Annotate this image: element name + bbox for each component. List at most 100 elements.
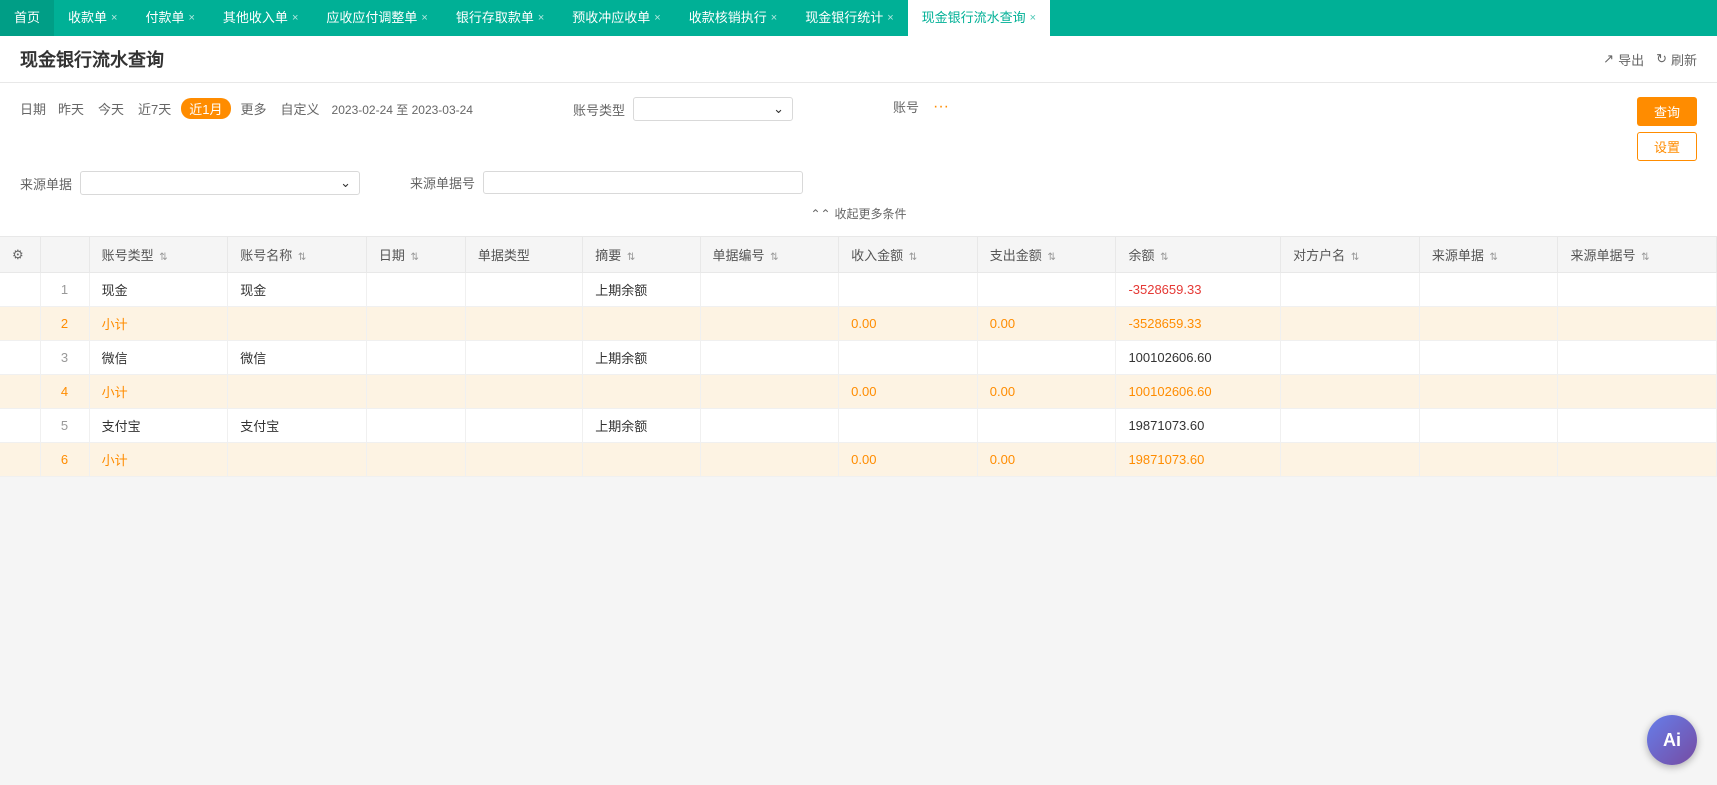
row-counterparty xyxy=(1281,341,1420,375)
row-expense xyxy=(977,409,1116,443)
col-date-label: 日期 xyxy=(379,248,405,263)
nav-item-receipt[interactable]: 收款单 × xyxy=(54,0,131,36)
close-icon[interactable]: × xyxy=(421,0,427,36)
export-label: 导出 xyxy=(1618,50,1644,69)
col-header-doc-type: 单据类型 xyxy=(465,237,582,273)
row-source-doc-no xyxy=(1558,443,1717,477)
col-header-counterparty[interactable]: 对方户名 ⇅ xyxy=(1281,237,1420,273)
nav-item-pre-receipt[interactable]: 预收冲应收单 × xyxy=(558,0,674,36)
row-date xyxy=(366,273,465,307)
sort-icon: ⇅ xyxy=(1641,252,1649,263)
row-summary xyxy=(583,375,700,409)
row-date xyxy=(366,307,465,341)
col-header-income[interactable]: 收入金额 ⇅ xyxy=(839,237,978,273)
row-source-doc-no xyxy=(1558,273,1717,307)
sort-icon: ⇅ xyxy=(1047,252,1055,263)
page-title: 现金银行流水查询 xyxy=(20,46,164,72)
col-account-name-label: 账号名称 xyxy=(240,248,292,263)
close-icon[interactable]: × xyxy=(771,0,777,36)
close-icon[interactable]: × xyxy=(887,0,893,36)
row-number: 4 xyxy=(40,375,89,409)
col-header-date[interactable]: 日期 ⇅ xyxy=(366,237,465,273)
source-doc-select[interactable]: ⌄ xyxy=(80,171,360,195)
account-dots-button[interactable]: ··· xyxy=(927,98,955,116)
table-header: ⚙ 账号类型 ⇅ 账号名称 ⇅ 日期 ⇅ 单据类型 xyxy=(0,237,1717,273)
row-expense: 0.00 xyxy=(977,307,1116,341)
nav-item-bank-deposit[interactable]: 银行存取款单 × xyxy=(442,0,558,36)
row-summary xyxy=(583,307,700,341)
sort-icon: ⇅ xyxy=(1160,252,1168,263)
table-row[interactable]: 1 现金 现金 上期余额 -3528659.33 xyxy=(0,273,1717,307)
close-icon[interactable]: × xyxy=(654,0,660,36)
nav-item-payment[interactable]: 付款单 × xyxy=(131,0,208,36)
table-row[interactable]: 5 支付宝 支付宝 上期余额 19871073.60 xyxy=(0,409,1717,443)
close-icon[interactable]: × xyxy=(1030,0,1036,36)
row-date xyxy=(366,375,465,409)
data-table: ⚙ 账号类型 ⇅ 账号名称 ⇅ 日期 ⇅ 单据类型 xyxy=(0,237,1717,477)
nav-item-collection-verify[interactable]: 收款核销执行 × xyxy=(675,0,791,36)
row-account-name xyxy=(228,443,367,477)
row-number: 2 xyxy=(40,307,89,341)
close-icon[interactable]: × xyxy=(538,0,544,36)
nav-item-cash-bank-stat[interactable]: 现金银行统计 × xyxy=(791,0,907,36)
col-header-source-doc[interactable]: 来源单据 ⇅ xyxy=(1419,237,1558,273)
nav-item-cash-bank-flow[interactable]: 现金银行流水查询 × xyxy=(908,0,1050,36)
close-icon[interactable]: × xyxy=(111,0,117,36)
row-gear-cell xyxy=(0,375,40,409)
col-header-doc-no[interactable]: 单据编号 ⇅ xyxy=(700,237,839,273)
row-number: 6 xyxy=(40,443,89,477)
row-source-doc-no xyxy=(1558,341,1717,375)
col-header-account-type[interactable]: 账号类型 ⇅ xyxy=(89,237,228,273)
col-header-balance[interactable]: 余额 ⇅ xyxy=(1116,237,1281,273)
row-doc-type xyxy=(465,307,582,341)
row-counterparty xyxy=(1281,409,1420,443)
nav-item-receivable-adjust[interactable]: 应收应付调整单 × xyxy=(312,0,441,36)
row-date xyxy=(366,409,465,443)
date-option-last1month[interactable]: 近1月 xyxy=(181,98,230,119)
col-header-source-doc-no[interactable]: 来源单据号 ⇅ xyxy=(1558,237,1717,273)
nav-item-home[interactable]: 首页 xyxy=(0,0,54,36)
nav-other-income-label: 其他收入单 xyxy=(223,0,288,36)
collapse-bar[interactable]: ⌃⌃ 收起更多条件 xyxy=(20,205,1697,222)
export-button[interactable]: ↗ 导出 xyxy=(1603,50,1644,69)
settings-button[interactable]: 设置 xyxy=(1637,132,1697,161)
account-filter-group: 账号 ··· xyxy=(893,97,955,116)
row-counterparty xyxy=(1281,273,1420,307)
gear-icon[interactable]: ⚙ xyxy=(12,247,24,262)
row-date xyxy=(366,443,465,477)
account-type-select[interactable]: ⌄ xyxy=(633,97,793,121)
collapse-label: 收起更多条件 xyxy=(835,205,907,222)
sort-icon: ⇅ xyxy=(1489,252,1497,263)
date-option-today[interactable]: 今天 xyxy=(94,97,128,120)
row-date xyxy=(366,341,465,375)
date-option-more[interactable]: 更多 xyxy=(237,97,271,120)
source-doc-label: 来源单据 xyxy=(20,174,72,193)
row-summary: 上期余额 xyxy=(583,341,700,375)
header-actions: ↗ 导出 ↻ 刷新 xyxy=(1603,50,1697,69)
header-row: ⚙ 账号类型 ⇅ 账号名称 ⇅ 日期 ⇅ 单据类型 xyxy=(0,237,1717,273)
nav-item-other-income[interactable]: 其他收入单 × xyxy=(209,0,312,36)
col-header-expense[interactable]: 支出金额 ⇅ xyxy=(977,237,1116,273)
table-row[interactable]: 4 小计 0.00 0.00 100102606.60 xyxy=(0,375,1717,409)
row-balance: 100102606.60 xyxy=(1116,341,1281,375)
date-option-custom[interactable]: 自定义 xyxy=(277,97,324,120)
sort-icon: ⇅ xyxy=(1351,252,1359,263)
refresh-button[interactable]: ↻ 刷新 xyxy=(1656,50,1697,69)
date-option-last7days[interactable]: 近7天 xyxy=(134,97,175,120)
row-income: 0.00 xyxy=(839,443,978,477)
sort-icon: ⇅ xyxy=(159,252,167,263)
col-header-summary[interactable]: 摘要 ⇅ xyxy=(583,237,700,273)
close-icon[interactable]: × xyxy=(188,0,194,36)
query-button[interactable]: 查询 xyxy=(1637,97,1697,126)
source-doc-num-input[interactable] xyxy=(483,171,803,194)
close-icon[interactable]: × xyxy=(292,0,298,36)
ai-assistant-button[interactable]: Ai xyxy=(1647,715,1697,765)
col-header-account-name[interactable]: 账号名称 ⇅ xyxy=(228,237,367,273)
table-row[interactable]: 3 微信 微信 上期余额 100102606.60 xyxy=(0,341,1717,375)
row-gear-cell xyxy=(0,307,40,341)
table-row[interactable]: 6 小计 0.00 0.00 19871073.60 xyxy=(0,443,1717,477)
table-row[interactable]: 2 小计 0.00 0.00 -3528659.33 xyxy=(0,307,1717,341)
date-option-yesterday[interactable]: 昨天 xyxy=(54,97,88,120)
date-label: 日期 xyxy=(20,99,46,118)
table-body: 1 现金 现金 上期余额 -3528659.33 2 小计 0.00 0.00 … xyxy=(0,273,1717,477)
